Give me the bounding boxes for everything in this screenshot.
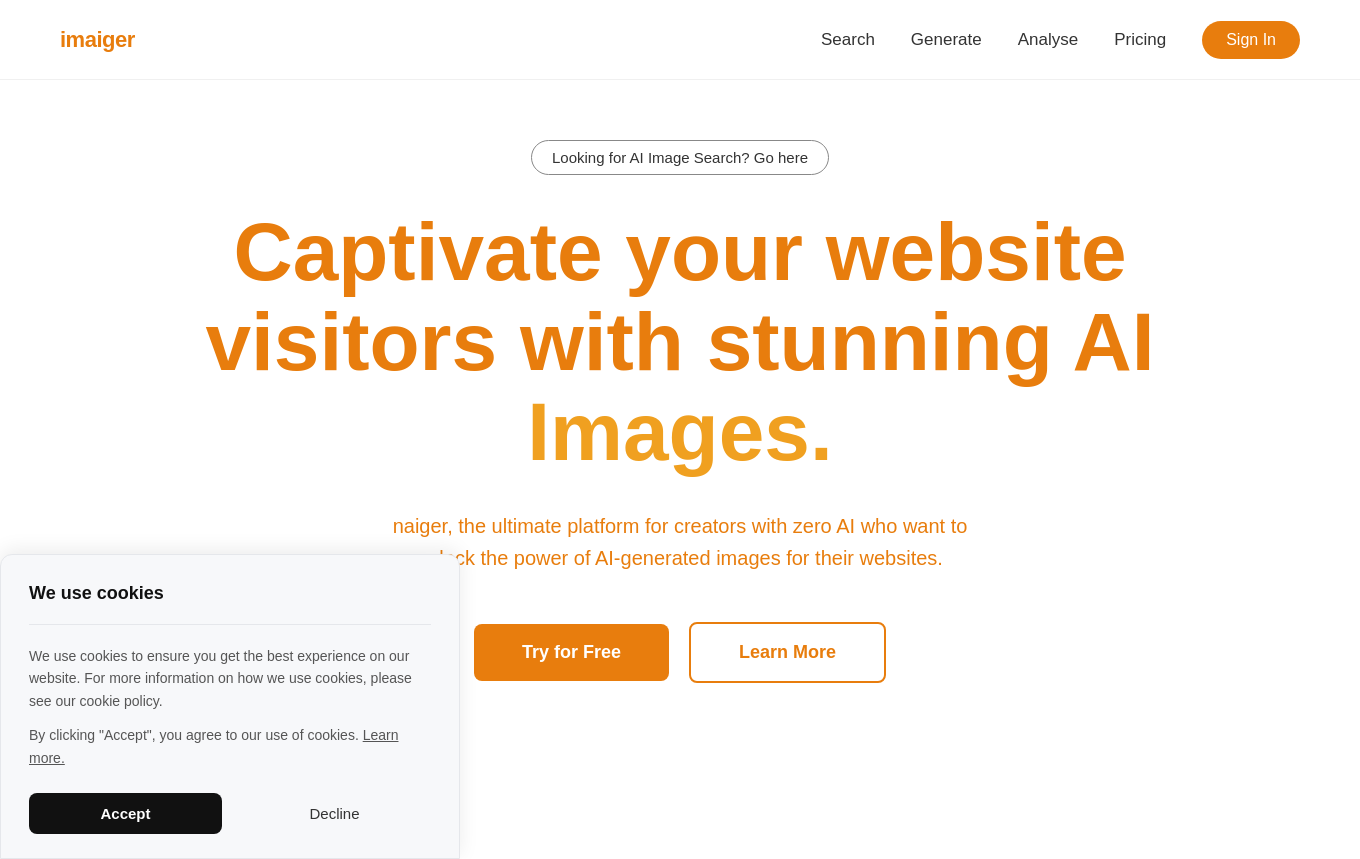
- hero-title-line2: visitors with stunning AI: [205, 296, 1154, 387]
- hero-title: Captivate your website visitors with stu…: [205, 207, 1154, 478]
- logo: imaiger: [60, 27, 135, 53]
- cookie-buttons: Accept Decline: [29, 793, 431, 834]
- cookie-accept-button[interactable]: Accept: [29, 793, 222, 834]
- sign-in-button[interactable]: Sign In: [1202, 21, 1300, 59]
- cookie-decline-button[interactable]: Decline: [238, 793, 431, 834]
- hero-subtitle: naiger, the ultimate platform for creato…: [370, 510, 990, 574]
- nav-search[interactable]: Search: [821, 30, 875, 50]
- nav-links: Search Generate Analyse Pricing Sign In: [821, 21, 1300, 59]
- try-free-button[interactable]: Try for Free: [474, 624, 669, 681]
- cookie-banner: We use cookies We use cookies to ensure …: [0, 554, 460, 859]
- cookie-divider: [29, 624, 431, 625]
- cookie-body: We use cookies to ensure you get the bes…: [29, 645, 431, 712]
- learn-more-button[interactable]: Learn More: [689, 622, 886, 683]
- nav-analyse[interactable]: Analyse: [1018, 30, 1078, 50]
- cookie-title: We use cookies: [29, 583, 431, 604]
- navbar: imaiger Search Generate Analyse Pricing …: [0, 0, 1360, 80]
- hero-badge[interactable]: Looking for AI Image Search? Go here: [531, 140, 829, 175]
- hero-buttons: Try for Free Learn More: [474, 622, 886, 683]
- cookie-accept-note: By clicking "Accept", you agree to our u…: [29, 724, 431, 769]
- hero-title-line1: Captivate your website: [233, 206, 1126, 297]
- hero-title-line3: Images.: [527, 386, 832, 477]
- nav-pricing[interactable]: Pricing: [1114, 30, 1166, 50]
- nav-generate[interactable]: Generate: [911, 30, 982, 50]
